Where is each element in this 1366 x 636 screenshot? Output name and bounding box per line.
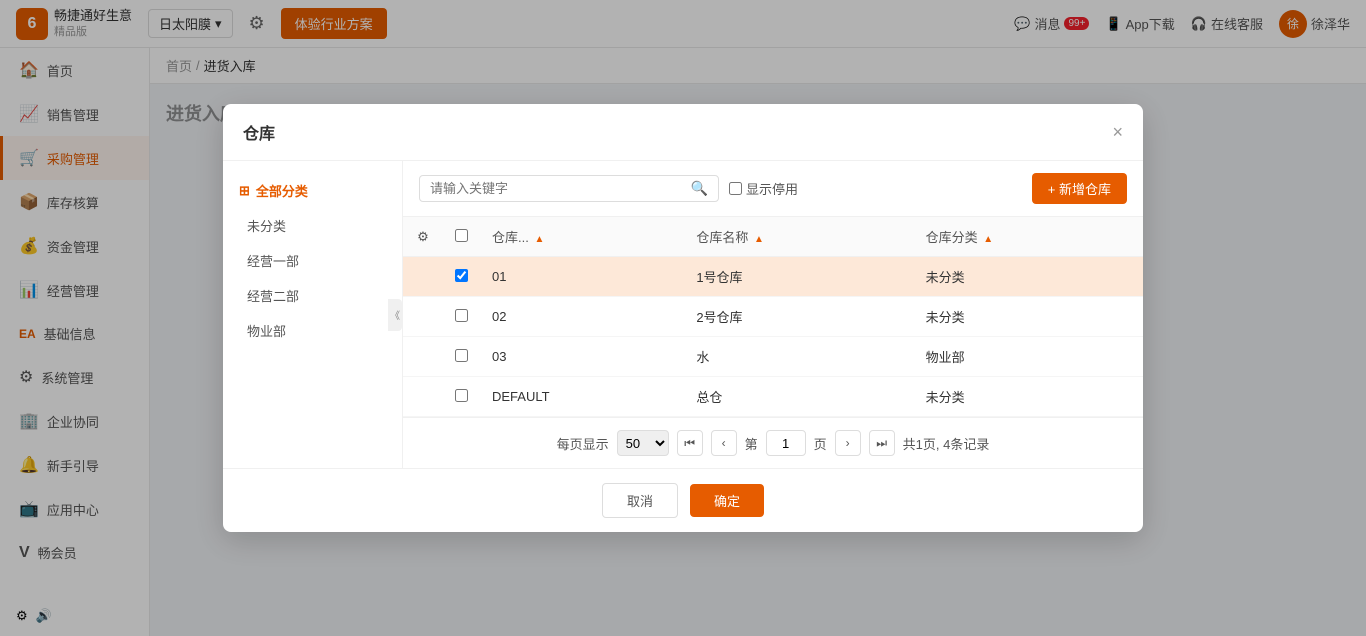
col-gear: ⚙ [403, 217, 443, 257]
row-code-2: 02 [480, 297, 684, 337]
category-item-unclassified[interactable]: 未分类 [223, 208, 402, 243]
row-name-3: 水 [684, 337, 913, 377]
search-input[interactable] [430, 181, 685, 196]
row-code-3: 03 [480, 337, 684, 377]
category-item-ops2[interactable]: 经营二部 [223, 278, 402, 313]
per-page-select[interactable]: 50 10 20 100 [617, 430, 669, 456]
category-item-property[interactable]: 物业部 [223, 313, 402, 348]
show-disabled-text: 显示停用 [746, 179, 798, 198]
confirm-button[interactable]: 确定 [690, 484, 764, 517]
sort-name-icon: ▲ [754, 234, 764, 245]
row-checkbox-1[interactable] [455, 269, 468, 282]
modal-footer: 取消 确定 [223, 468, 1143, 532]
row-cat-2: 未分类 [914, 297, 1143, 337]
col-code: 仓库... ▲ [480, 217, 684, 257]
warehouse-modal: 仓库 × ⊞ 全部分类 未分类 经营一部 经营二部 物业部 [223, 104, 1143, 532]
per-page-label: 每页显示 [557, 434, 609, 453]
sort-code-icon: ▲ [534, 234, 544, 245]
right-toolbar: 🔍 显示停用 + 新增仓库 [403, 161, 1143, 217]
col-name: 仓库名称 ▲ [684, 217, 913, 257]
row-code-1: 01 [480, 257, 684, 297]
row-cb-3 [443, 337, 480, 377]
row-name-1: 1号仓库 [684, 257, 913, 297]
table-panel: 🔍 显示停用 + 新增仓库 ⚙ [403, 161, 1143, 468]
table-row[interactable]: DEFAULT 总仓 未分类 [403, 377, 1143, 417]
row-gear-3 [403, 337, 443, 377]
last-page-btn[interactable]: ⏭ [869, 430, 895, 456]
modal-body: ⊞ 全部分类 未分类 经营一部 经营二部 物业部 《 [223, 161, 1143, 468]
next-page-btn[interactable]: › [835, 430, 861, 456]
pagination: 每页显示 50 10 20 100 ⏮ ‹ 第 页 › ⏭ 共1页, 4条记录 [403, 417, 1143, 468]
grid-icon: ⊞ [239, 183, 250, 199]
prev-page-btn[interactable]: ‹ [711, 430, 737, 456]
col-category: 仓库分类 ▲ [914, 217, 1143, 257]
row-cb-2 [443, 297, 480, 337]
warehouse-table-wrap: ⚙ 仓库... ▲ 仓库名称 ▲ [403, 217, 1143, 417]
row-checkbox-3[interactable] [455, 349, 468, 362]
category-panel: ⊞ 全部分类 未分类 经营一部 经营二部 物业部 《 [223, 161, 403, 468]
search-box: 🔍 [419, 175, 719, 202]
category-item-ops1[interactable]: 经营一部 [223, 243, 402, 278]
add-warehouse-button[interactable]: + 新增仓库 [1032, 173, 1127, 204]
select-all-checkbox[interactable] [455, 229, 468, 242]
table-row[interactable]: 01 1号仓库 未分类 [403, 257, 1143, 297]
row-cb-1 [443, 257, 480, 297]
row-checkbox-2[interactable] [455, 309, 468, 322]
cancel-button[interactable]: 取消 [602, 483, 678, 518]
first-page-btn[interactable]: ⏮ [677, 430, 703, 456]
row-name-4: 总仓 [684, 377, 913, 417]
search-icon[interactable]: 🔍 [691, 180, 708, 197]
row-checkbox-4[interactable] [455, 389, 468, 402]
panel-collapse-btn[interactable]: 《 [388, 299, 402, 331]
row-cat-1: 未分类 [914, 257, 1143, 297]
row-gear-2 [403, 297, 443, 337]
row-code-4: DEFAULT [480, 377, 684, 417]
all-categories[interactable]: ⊞ 全部分类 [223, 173, 402, 208]
show-disabled-checkbox[interactable] [729, 182, 742, 195]
modal-close-button[interactable]: × [1112, 122, 1123, 143]
modal-overlay: 仓库 × ⊞ 全部分类 未分类 经营一部 经营二部 物业部 [0, 0, 1366, 636]
page-number-input[interactable] [766, 430, 806, 456]
modal-title: 仓库 [243, 120, 275, 144]
total-info: 共1页, 4条记录 [903, 434, 990, 453]
sort-category-icon: ▲ [983, 234, 993, 245]
col-checkbox [443, 217, 480, 257]
show-disabled-label: 显示停用 [729, 179, 798, 198]
row-gear-4 [403, 377, 443, 417]
row-cat-3: 物业部 [914, 337, 1143, 377]
row-cat-4: 未分类 [914, 377, 1143, 417]
all-categories-label: 全部分类 [256, 181, 308, 200]
page-unit: 页 [814, 434, 827, 453]
table-row[interactable]: 03 水 物业部 [403, 337, 1143, 377]
modal-header: 仓库 × [223, 104, 1143, 161]
table-row[interactable]: 02 2号仓库 未分类 [403, 297, 1143, 337]
row-gear-1 [403, 257, 443, 297]
row-cb-4 [443, 377, 480, 417]
page-label: 第 [745, 434, 758, 453]
warehouse-table: ⚙ 仓库... ▲ 仓库名称 ▲ [403, 217, 1143, 417]
row-name-2: 2号仓库 [684, 297, 913, 337]
